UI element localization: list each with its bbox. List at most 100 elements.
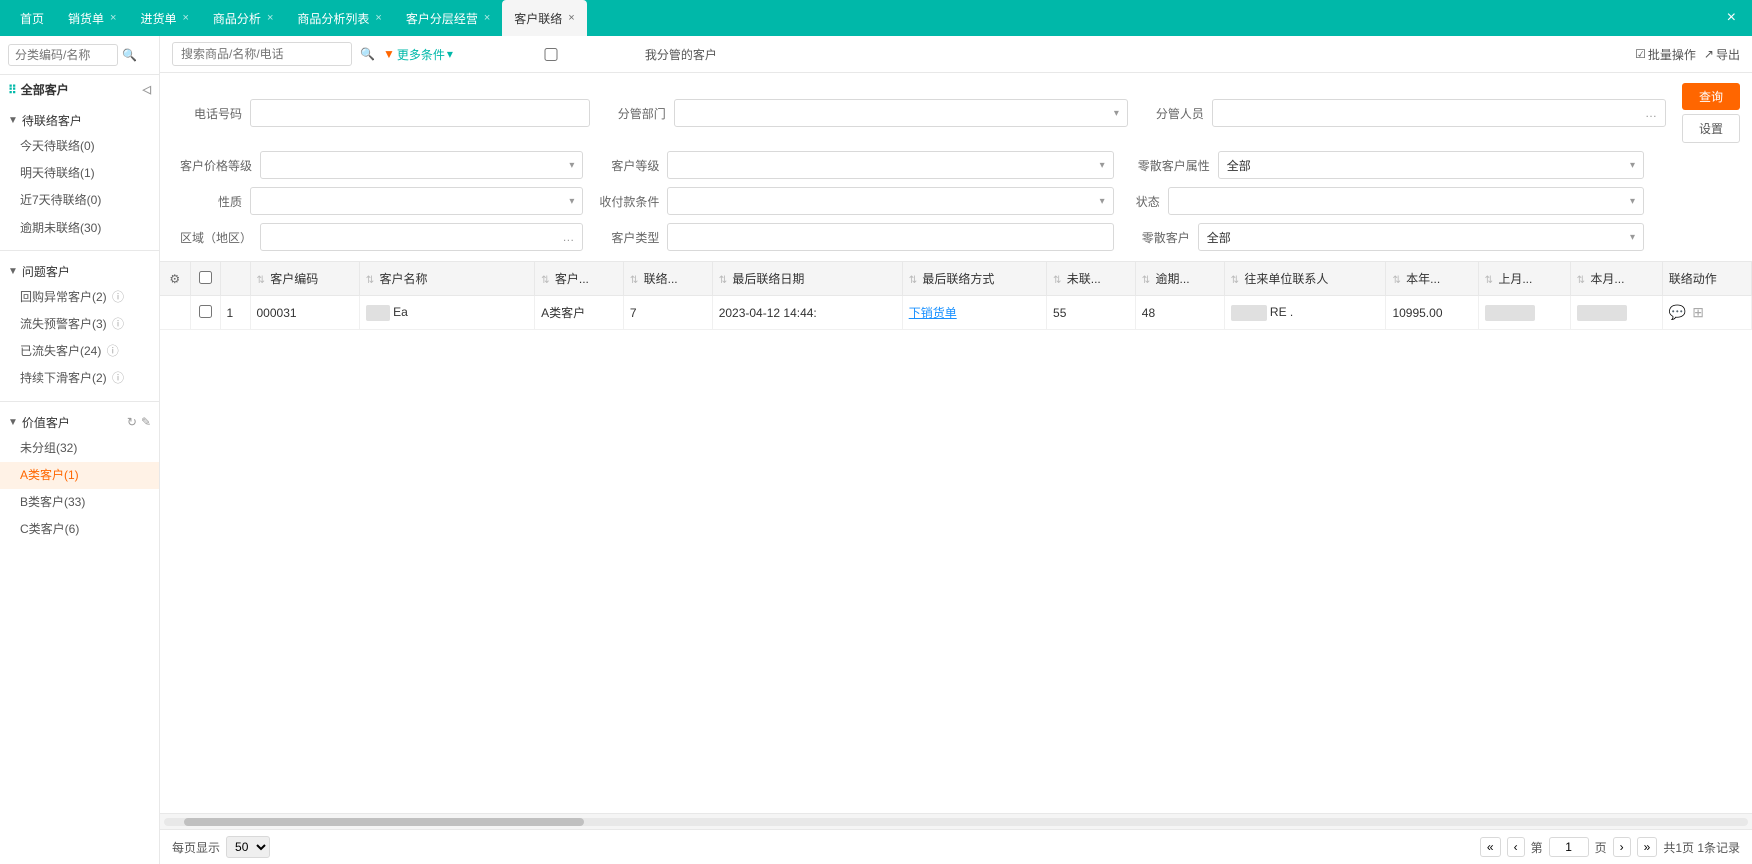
filter-row-2: 客户价格等级 ▾ 客户等级 ▾ 零散客户属性 全部 — [172, 151, 1740, 179]
sidebar-item-class-c[interactable]: C类客户(6) — [0, 516, 159, 543]
col-this-month[interactable]: ⇅ 本月... — [1570, 262, 1662, 296]
col-settings[interactable]: ⚙ — [160, 262, 190, 296]
filter-retail-attr: 零散客户属性 全部 ▾ — [1130, 151, 1644, 179]
region-input[interactable]: … — [260, 223, 583, 251]
nav-purchase[interactable]: 进货单 × — [128, 0, 200, 36]
last-page-button[interactable]: » — [1637, 837, 1658, 857]
filter-toolbar: 🔍 ▼ 更多条件 ▾ 我分管的客户 ☑ 批量操作 ↗ 导出 — [160, 36, 1752, 73]
sidebar-problem-header[interactable]: ▼ 问题客户 — [0, 259, 159, 284]
query-button[interactable]: 查询 — [1682, 83, 1740, 110]
refresh-icon[interactable]: ↻ — [127, 415, 137, 429]
filter-customer-type: 客户类型 — [599, 223, 1113, 251]
filter-search-input[interactable] — [172, 42, 352, 66]
collapse-sidebar-icon[interactable]: ◁ — [143, 83, 151, 96]
sidebar-all-customers[interactable]: ⠿ 全部客户 ◁ — [0, 75, 159, 104]
close-sales-icon[interactable]: × — [110, 12, 116, 24]
filter-search-icon[interactable]: 🔍 — [360, 47, 375, 61]
sidebar-item-ungrouped[interactable]: 未分组(32) — [0, 435, 159, 462]
close-all-button[interactable]: × — [1719, 9, 1744, 27]
nature-input[interactable]: ▾ — [250, 187, 583, 215]
col-customer-type[interactable]: ⇅ 客户... — [535, 262, 624, 296]
close-product-list-icon[interactable]: × — [375, 12, 381, 24]
first-page-button[interactable]: « — [1480, 837, 1501, 857]
current-page-input[interactable] — [1549, 837, 1589, 857]
sidebar-item-repurchase[interactable]: 回购异常客户(2) ⓘ — [0, 284, 159, 311]
scroll-thumb[interactable] — [184, 818, 584, 826]
col-contact-count[interactable]: ⇅ 联络... — [623, 262, 712, 296]
row-checkbox[interactable] — [199, 305, 212, 318]
sidebar-pending-header[interactable]: ▼ 待联络客户 — [0, 108, 159, 133]
filter-row-4: 区域（地区） … 客户类型 零散客户 全部 ▾ — [172, 223, 1740, 251]
sidebar-divider-1 — [0, 250, 159, 251]
retail-customer-label: 零散客户 — [1130, 229, 1190, 246]
nav-sales[interactable]: 销货单 × — [56, 0, 128, 36]
table-row: 1 000031 Ea A类客户 7 — [160, 296, 1752, 330]
export-btn[interactable]: ↗ 导出 — [1704, 46, 1740, 63]
more-conditions-btn[interactable]: ▼ 更多条件 ▾ — [383, 46, 453, 63]
customer-type-input[interactable] — [667, 223, 1113, 251]
sidebar-item-class-b[interactable]: B类客户(33) — [0, 489, 159, 516]
select-all-checkbox[interactable] — [199, 271, 212, 284]
my-customers-checkbox-label[interactable]: 我分管的客户 — [461, 46, 717, 63]
col-last-contact-date[interactable]: ⇅ 最后联络日期 — [712, 262, 902, 296]
col-no-contact[interactable]: ⇅ 未联... — [1047, 262, 1136, 296]
retail-customer-input[interactable]: 全部 ▾ — [1198, 223, 1644, 251]
page-size-select[interactable]: 50 — [226, 836, 270, 858]
retail-attr-input[interactable]: 全部 ▾ — [1218, 151, 1644, 179]
settings-button[interactable]: 设置 — [1682, 114, 1740, 143]
sidebar-item-overdue[interactable]: 逾期未联络(30) — [0, 215, 159, 242]
dept-input[interactable]: ▾ — [674, 99, 1128, 127]
sidebar-item-class-a[interactable]: A类客户(1) — [0, 462, 159, 489]
person-input[interactable]: … — [1212, 99, 1666, 127]
col-customer-code[interactable]: ⇅ 客户编码 — [250, 262, 359, 296]
sidebar-item-tomorrow[interactable]: 明天待联络(1) — [0, 160, 159, 187]
status-input[interactable]: ▾ — [1168, 187, 1644, 215]
price-grade-label: 客户价格等级 — [172, 157, 252, 174]
horizontal-scrollbar[interactable] — [160, 813, 1752, 829]
close-customer-contact-icon[interactable]: × — [568, 12, 574, 24]
close-customer-segment-icon[interactable]: × — [484, 12, 490, 24]
price-grade-input[interactable]: ▾ — [260, 151, 583, 179]
filter-customer-grade: 客户等级 ▾ — [599, 151, 1113, 179]
grid-icon: ⠿ — [8, 83, 17, 97]
customer-grade-input[interactable]: ▾ — [667, 151, 1113, 179]
last-contact-method-link[interactable]: 下销货单 — [909, 306, 957, 320]
sidebar-item-churn-warning[interactable]: 流失预警客户(3) ⓘ — [0, 311, 159, 338]
batch-ops-btn[interactable]: ☑ 批量操作 — [1635, 46, 1696, 63]
col-this-year[interactable]: ⇅ 本年... — [1386, 262, 1478, 296]
qr-action-icon[interactable]: ⊞ — [1692, 304, 1704, 321]
prev-page-button[interactable]: ‹ — [1507, 837, 1525, 857]
sidebar-item-declining[interactable]: 持续下滑客户(2) ⓘ — [0, 365, 159, 392]
sidebar-search-icon[interactable]: 🔍 — [122, 48, 137, 62]
sidebar-item-today[interactable]: 今天待联络(0) — [0, 133, 159, 160]
col-checkbox — [190, 262, 220, 296]
close-product-analysis-icon[interactable]: × — [267, 12, 273, 24]
col-overdue[interactable]: ⇅ 逾期... — [1135, 262, 1224, 296]
col-unit-contact[interactable]: ⇅ 往来单位联系人 — [1224, 262, 1386, 296]
col-last-month[interactable]: ⇅ 上月... — [1478, 262, 1570, 296]
col-customer-name[interactable]: ⇅ 客户名称 — [359, 262, 534, 296]
pagination-control: « ‹ 第 页 › » 共1页 1条记录 — [1480, 837, 1740, 857]
sidebar-search-input[interactable] — [8, 44, 118, 66]
close-purchase-icon[interactable]: × — [182, 12, 188, 24]
col-last-contact-method[interactable]: ⇅ 最后联络方式 — [902, 262, 1046, 296]
edit-icon[interactable]: ✎ — [141, 415, 151, 429]
row-this-year-cell: 10995.00 — [1386, 296, 1478, 330]
sidebar-value-header[interactable]: ▼ 价值客户 ↻ ✎ — [0, 410, 159, 435]
filter-row-3: 性质 ▾ 收付款条件 ▾ 状态 — [172, 187, 1740, 215]
next-page-button[interactable]: › — [1613, 837, 1631, 857]
sidebar-item-7days[interactable]: 近7天待联络(0) — [0, 187, 159, 214]
payment-input[interactable]: ▾ — [667, 187, 1113, 215]
nav-product-list[interactable]: 商品分析列表 × — [285, 0, 393, 36]
my-customers-checkbox[interactable] — [461, 48, 641, 61]
sidebar-item-churned[interactable]: 已流失客户(24) ⓘ — [0, 338, 159, 365]
payment-arrow-icon: ▾ — [1100, 196, 1105, 207]
nav-customer-contact[interactable]: 客户联络 × — [502, 0, 586, 36]
page-size-control: 每页显示 50 — [172, 836, 270, 858]
message-action-icon[interactable]: 💬 — [1669, 304, 1686, 321]
nav-customer-segment[interactable]: 客户分层经营 × — [394, 0, 502, 36]
nav-home[interactable]: 首页 — [8, 0, 56, 36]
person-ellipsis-icon: … — [1645, 106, 1657, 120]
nav-product-analysis[interactable]: 商品分析 × — [201, 0, 285, 36]
phone-input[interactable] — [250, 99, 590, 127]
